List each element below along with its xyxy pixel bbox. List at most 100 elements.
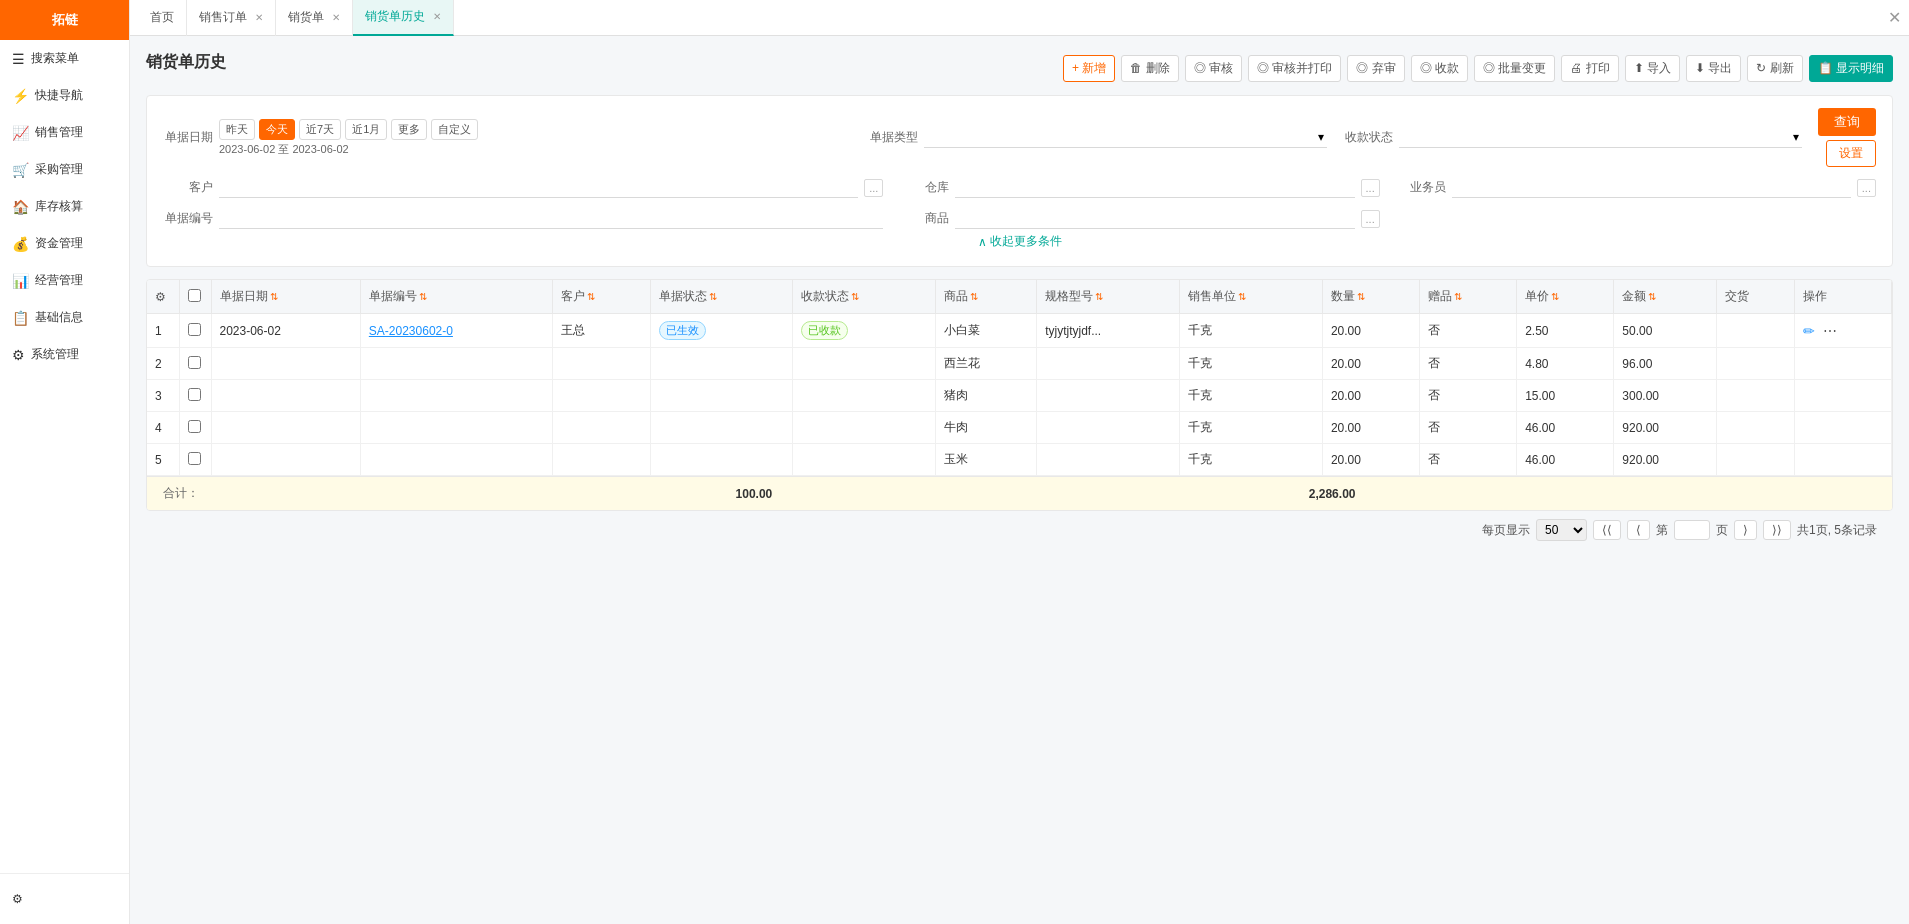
- add-button[interactable]: + 新增: [1063, 55, 1115, 82]
- print-button[interactable]: 🖨 打印: [1561, 55, 1618, 82]
- th-amount[interactable]: 金额 ⇅: [1614, 280, 1716, 314]
- batch-change-button[interactable]: ◎ 批量变更: [1474, 55, 1555, 82]
- tab-sales-shipment-close[interactable]: ✕: [332, 12, 340, 23]
- review-button[interactable]: ◎ 审核: [1185, 55, 1242, 82]
- goods-ellipsis[interactable]: ...: [1361, 210, 1380, 228]
- cell-row-num: 4: [147, 412, 179, 444]
- tab-home[interactable]: 首页: [138, 0, 187, 36]
- filter-doctype-select[interactable]: ▾: [924, 127, 1327, 148]
- edit-action[interactable]: ✏: [1803, 323, 1815, 339]
- row-checkbox[interactable]: [188, 452, 201, 465]
- sidebar-item-purchase-mgmt[interactable]: 🛒 采购管理: [0, 151, 129, 188]
- tab-sales-history-close[interactable]: ✕: [433, 11, 441, 22]
- salesperson-ellipsis[interactable]: ...: [1857, 179, 1876, 197]
- filter-goods-item: 商品 ...: [899, 208, 1379, 229]
- cell-action[interactable]: ✏⋯: [1794, 314, 1891, 348]
- tab-close-all-button[interactable]: ✕: [1888, 8, 1901, 27]
- cell-spec: [1037, 380, 1180, 412]
- tab-sales-shipment-label: 销货单: [288, 9, 324, 26]
- date-btn-7days[interactable]: 近7天: [299, 119, 341, 140]
- filter-goods-label: 商品: [899, 210, 949, 227]
- refresh-button[interactable]: ↻ 刷新: [1747, 55, 1802, 82]
- filter-salesperson-input[interactable]: [1452, 177, 1851, 198]
- th-check[interactable]: [179, 280, 211, 314]
- filter-customer-input[interactable]: [219, 177, 858, 198]
- cell-doc-no: [360, 444, 553, 476]
- gear-icon: ⚙: [155, 290, 166, 304]
- more-conditions-toggle[interactable]: ∧ 收起更多条件: [163, 229, 1876, 254]
- sidebar-item-sys-mgmt[interactable]: ⚙ 系统管理: [0, 336, 129, 373]
- row-checkbox[interactable]: [188, 356, 201, 369]
- row-checkbox[interactable]: [188, 388, 201, 401]
- table-row: 5玉米千克20.00否46.00920.00: [147, 444, 1892, 476]
- th-gift-label: 赠品: [1428, 288, 1452, 305]
- page-number-input[interactable]: 1: [1674, 520, 1710, 540]
- doc-no-link[interactable]: SA-20230602-0: [369, 324, 453, 338]
- th-payment-status[interactable]: 收款状态 ⇅: [793, 280, 936, 314]
- th-gear[interactable]: ⚙: [147, 280, 179, 314]
- last-page-button[interactable]: ⟩⟩: [1763, 520, 1791, 540]
- prev-page-button[interactable]: ⟨: [1627, 520, 1650, 540]
- th-sales-unit[interactable]: 销售单位 ⇅: [1180, 280, 1323, 314]
- tab-sales-history[interactable]: 销货单历史 ✕: [353, 0, 454, 36]
- tab-sales-order-close[interactable]: ✕: [255, 12, 263, 23]
- sidebar-item-quick-nav[interactable]: ⚡ 快捷导航: [0, 77, 129, 114]
- sidebar-item-search-menu[interactable]: ☰ 搜索菜单: [0, 40, 129, 77]
- sidebar-item-operations-mgmt[interactable]: 📊 经营管理: [0, 262, 129, 299]
- basic-info-icon: 📋: [12, 310, 29, 326]
- row-checkbox[interactable]: [188, 420, 201, 433]
- sidebar-item-basic-info[interactable]: 📋 基础信息: [0, 299, 129, 336]
- cell-spec: [1037, 348, 1180, 380]
- th-goods[interactable]: 商品 ⇅: [936, 280, 1037, 314]
- review-print-button[interactable]: ◎ 审核并打印: [1248, 55, 1341, 82]
- date-btn-custom[interactable]: 自定义: [431, 119, 478, 140]
- settings-button[interactable]: 设置: [1826, 140, 1876, 167]
- th-gift[interactable]: 赠品 ⇅: [1420, 280, 1517, 314]
- quick-nav-icon: ⚡: [12, 88, 29, 104]
- query-button[interactable]: 查询: [1818, 108, 1876, 136]
- select-all-checkbox[interactable]: [188, 289, 201, 302]
- sidebar-item-inventory[interactable]: 🏠 库存核算: [0, 188, 129, 225]
- cell-gift: 否: [1420, 444, 1517, 476]
- show-detail-button[interactable]: 📋 显示明细: [1809, 55, 1893, 82]
- import-button[interactable]: ⬆ 导入: [1625, 55, 1680, 82]
- date-btn-yesterday[interactable]: 昨天: [219, 119, 255, 140]
- th-spec[interactable]: 规格型号 ⇅: [1037, 280, 1180, 314]
- date-btn-today[interactable]: 今天: [259, 119, 295, 140]
- cell-goods: 西兰花: [936, 348, 1037, 380]
- cell-quantity: 20.00: [1322, 412, 1419, 444]
- tab-sales-order[interactable]: 销售订单 ✕: [187, 0, 276, 36]
- abandon-button[interactable]: ◎ 弃审: [1347, 55, 1404, 82]
- th-unit-price[interactable]: 单价 ⇅: [1517, 280, 1614, 314]
- more-action[interactable]: ⋯: [1823, 323, 1837, 339]
- tab-sales-shipment[interactable]: 销货单 ✕: [276, 0, 353, 36]
- sidebar-item-sales-mgmt[interactable]: 📈 销售管理: [0, 114, 129, 151]
- customer-ellipsis[interactable]: ...: [864, 179, 883, 197]
- cell-customer: [553, 380, 650, 412]
- page-suffix: 页: [1716, 522, 1728, 539]
- filter-warehouse-input[interactable]: [955, 177, 1354, 198]
- filter-payment-select[interactable]: ▾: [1399, 127, 1802, 148]
- cell-transaction: [1716, 380, 1794, 412]
- date-btn-1month[interactable]: 近1月: [345, 119, 387, 140]
- per-page-select[interactable]: 50 100: [1536, 519, 1587, 541]
- next-page-button[interactable]: ⟩: [1734, 520, 1757, 540]
- first-page-button[interactable]: ⟨⟨: [1593, 520, 1621, 540]
- row-checkbox[interactable]: [188, 323, 201, 336]
- filter-goods-input[interactable]: [955, 208, 1354, 229]
- sidebar-item-capital-mgmt[interactable]: 💰 资金管理: [0, 225, 129, 262]
- collect-button[interactable]: ◎ 收款: [1411, 55, 1468, 82]
- export-button[interactable]: ⬇ 导出: [1686, 55, 1741, 82]
- delete-button[interactable]: 🗑 删除: [1121, 55, 1178, 82]
- th-doc-status[interactable]: 单据状态 ⇅: [650, 280, 793, 314]
- sidebar-settings-icon-btn[interactable]: ⚙: [0, 882, 129, 916]
- filter-docno-input[interactable]: [219, 208, 883, 229]
- th-doc-date[interactable]: 单据日期 ⇅: [211, 280, 360, 314]
- th-doc-no[interactable]: 单据编号 ⇅: [360, 280, 553, 314]
- cell-check: [179, 444, 211, 476]
- th-quantity[interactable]: 数量 ⇅: [1322, 280, 1419, 314]
- th-customer[interactable]: 客户 ⇅: [553, 280, 650, 314]
- cell-doc-status: 已生效: [650, 314, 793, 348]
- warehouse-ellipsis[interactable]: ...: [1361, 179, 1380, 197]
- date-btn-more[interactable]: 更多: [391, 119, 427, 140]
